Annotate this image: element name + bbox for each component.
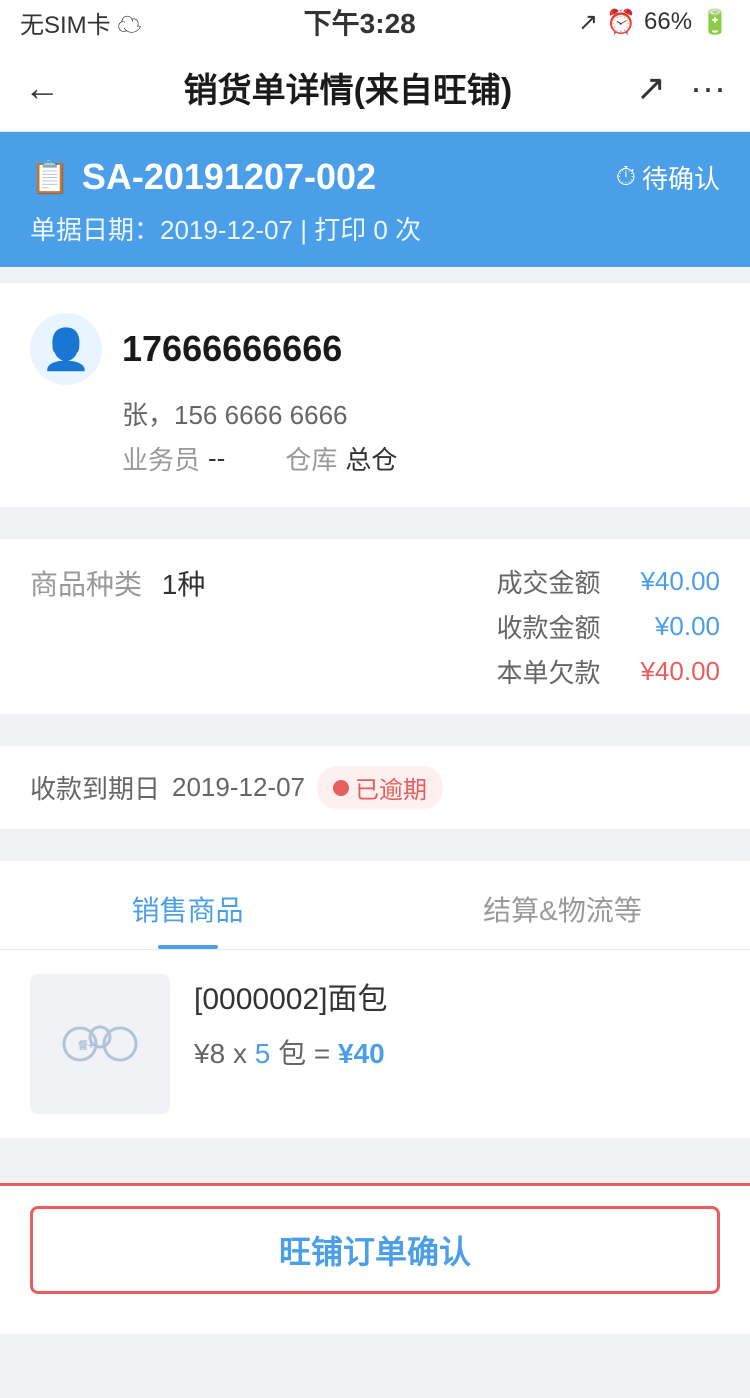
deal-amount-row: 成交金额 ¥40.00 [496,563,720,600]
collected-amount-row: 收款金额 ¥0.00 [496,608,720,645]
tab-settlement-label: 结算&物流等 [483,895,642,926]
status-right: ↗ ⏰ 66% 🔋 [578,8,730,37]
tabs: 销售商品 结算&物流等 [0,861,750,949]
due-date-value: 2019-12-07 [172,772,305,803]
confirm-order-button[interactable]: 旺铺订单确认 [30,1206,720,1294]
tabs-section: 销售商品 结算&物流等 [0,861,750,950]
page-title: 销货单详情(来自旺铺) [184,63,513,112]
order-id: 📋 SA-20191207-002 [30,156,376,198]
order-icon: 📋 [30,158,70,196]
nav-bar: ← 销货单详情(来自旺铺) ↗ ··· [0,44,750,132]
due-date-label: 收款到期日 [30,769,160,806]
product-name: [0000002]面包 [194,974,720,1018]
overdue-dot-icon [333,780,349,796]
order-meta: 单据日期：2019-12-07 | 打印 0 次 [30,210,720,247]
nav-actions: ↗ ··· [636,67,726,109]
tab-products[interactable]: 销售商品 [0,861,375,949]
header-card-top: 📋 SA-20191207-002 ⏱ 待确认 [30,156,720,198]
divider-1 [0,507,750,523]
product-thumbnail: 督+ [30,974,170,1114]
arrears-label: 本单欠款 [496,653,600,690]
product-info: [0000002]面包 ¥8 x 5 包 = ¥40 [194,974,720,1072]
product-types-value: 1种 [162,569,206,600]
overdue-text: 已逾期 [355,770,427,805]
customer-name: 张，156 6666 6666 [122,395,720,432]
price-value: ¥8 [194,1038,225,1069]
product-price: ¥8 x 5 包 = ¥40 [194,1032,720,1072]
product-total: ¥40 [338,1038,385,1069]
bottom-bar: 旺铺订单确认 [0,1183,750,1334]
tab-settlement[interactable]: 结算&物流等 [375,861,750,949]
divider-3 [0,829,750,845]
product-section: 督+ [0000002]面包 ¥8 x 5 包 = ¥40 [0,950,750,1138]
deal-amount-value: ¥40.00 [640,566,720,597]
alarm-icon: ⏰ [606,8,636,37]
divider-2 [0,714,750,730]
product-logo-icon: 督+ [60,1019,140,1069]
overdue-badge: 已逾期 [317,766,443,809]
salesperson-value: -- [208,443,225,474]
avatar: 👤 [30,313,102,385]
tab-products-label: 销售商品 [131,895,243,926]
warehouse-label: 仓库 [285,440,337,477]
person-icon: 👤 [41,326,91,373]
location-icon: ↗ [578,8,598,37]
customer-section: 👤 17666666666 张，156 6666 6666 业务员 -- 仓库 … [0,283,750,507]
salesperson-item: 业务员 -- [122,440,225,477]
battery-status: 66% [644,8,692,36]
summary-section: 商品种类 1种 成交金额 ¥40.00 收款金额 ¥0.00 本单欠款 ¥40.… [0,539,750,714]
salesperson-label: 业务员 [122,440,200,477]
due-section: 收款到期日 2019-12-07 已逾期 [0,746,750,829]
price-multiply: x [233,1038,255,1069]
header-card: 📋 SA-20191207-002 ⏱ 待确认 单据日期：2019-12-07 … [0,132,750,267]
customer-phone: 17666666666 [122,328,342,370]
arrears-row: 本单欠款 ¥40.00 [496,653,720,690]
customer-meta: 业务员 -- 仓库 总仓 [122,440,720,477]
order-id-text: SA-20191207-002 [82,156,376,198]
collected-amount-value: ¥0.00 [655,611,720,642]
product-quantity: 5 [255,1038,271,1069]
warehouse-item: 仓库 总仓 [285,440,397,477]
status-bar: 无SIM卡 ☁ 下午3:28 ↗ ⏰ 66% 🔋 [0,0,750,44]
product-types-label: 商品种类 [30,569,142,600]
share-button[interactable]: ↗ [636,67,666,109]
arrears-value: ¥40.00 [640,656,720,687]
product-types: 商品种类 1种 [30,563,205,603]
sim-status: 无SIM卡 ☁ [20,5,141,40]
customer-row: 👤 17666666666 [30,313,720,385]
status-time: 下午3:28 [304,2,416,42]
order-status-text: 待确认 [642,159,720,196]
status-left: 无SIM卡 ☁ [20,5,141,40]
deal-amount-label: 成交金额 [496,563,600,600]
svg-text:督+: 督+ [78,1039,94,1052]
clock-icon: ⏱ [616,161,636,193]
product-unit: 包 [278,1038,306,1069]
price-equals: = [314,1038,338,1069]
back-button[interactable]: ← [24,67,60,109]
order-status-badge: ⏱ 待确认 [616,159,720,196]
battery-icon: 🔋 [700,8,730,37]
warehouse-value: 总仓 [345,440,397,477]
more-button[interactable]: ··· [690,67,726,109]
amounts-summary: 成交金额 ¥40.00 收款金额 ¥0.00 本单欠款 ¥40.00 [496,563,720,690]
collected-amount-label: 收款金额 [496,608,600,645]
